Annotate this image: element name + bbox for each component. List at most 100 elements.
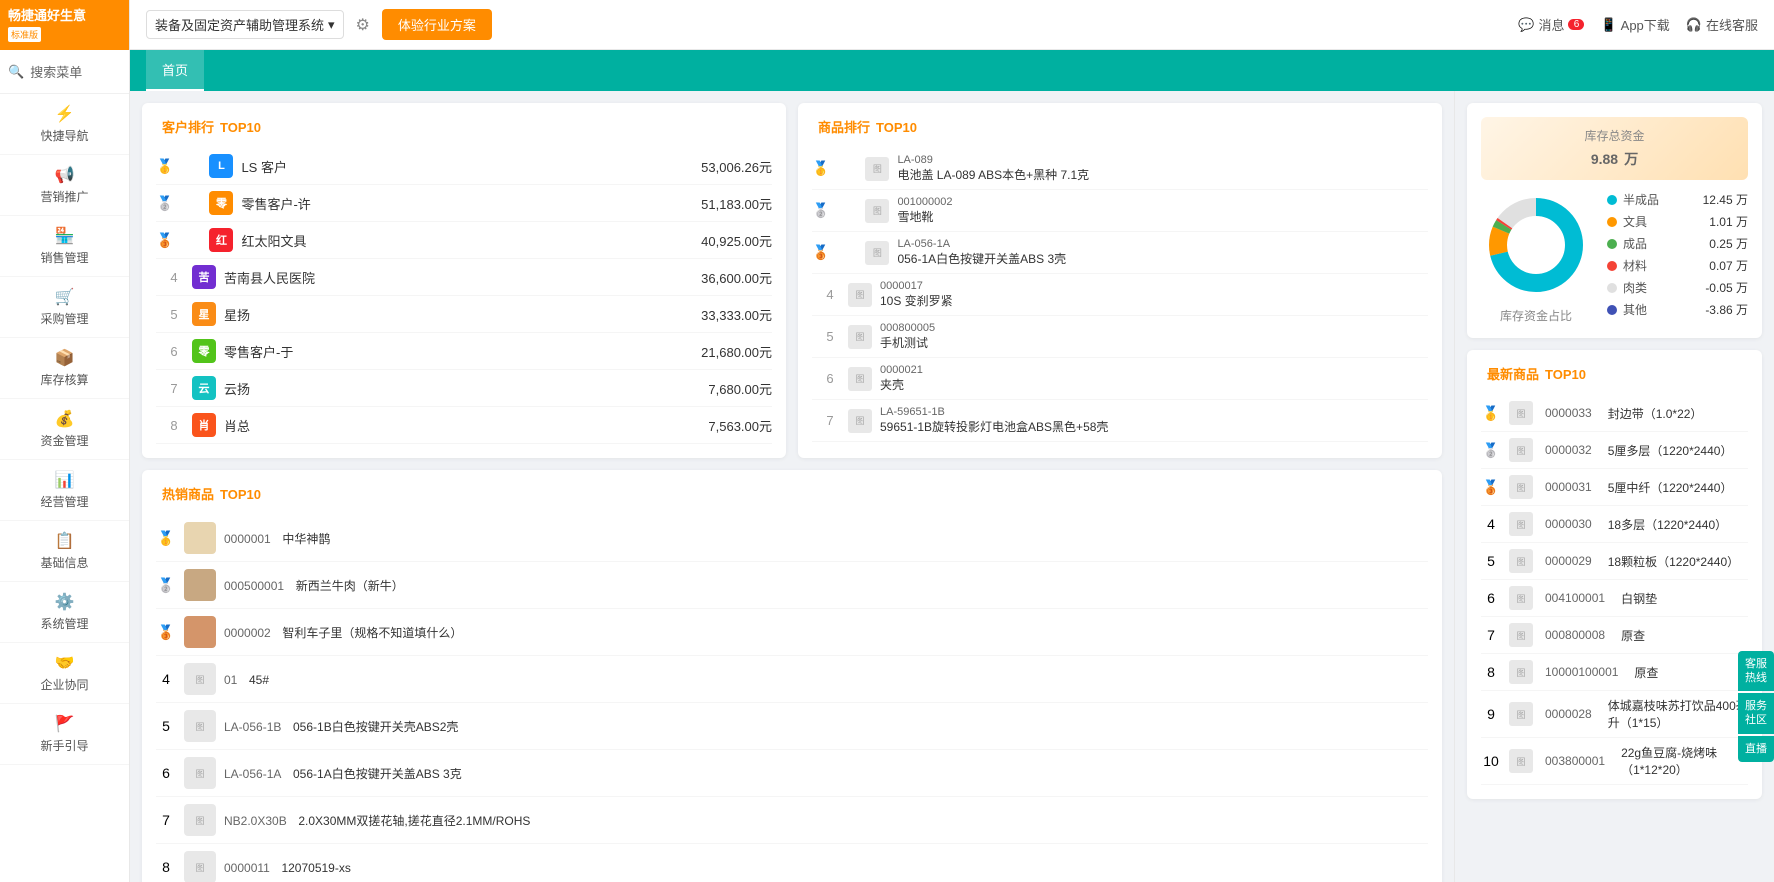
hot-product-code: 0000001 [224,532,271,546]
float-btn-2[interactable]: 直播 [1738,736,1774,762]
new-product-code: 0000031 [1545,480,1592,494]
hot-product-info: 0000001 中华神鹊 [224,530,1428,547]
new-product-code: 0000029 [1545,554,1592,568]
product-rank-name: 056-1A白色按键开关盖ABS 3壳 [897,250,1428,267]
new-product-name: 白钢垫 [1621,590,1748,607]
sidebar: 畅捷通好生意 标准版 🔍 搜索菜单 ⚡快捷导航📢营销推广🏪销售管理🛒采购管理📦库… [0,0,130,882]
float-btn-1[interactable]: 服务 社区 [1738,693,1774,734]
sidebar-item-sales[interactable]: 🏪销售管理 [0,216,129,277]
hot-product-info: 0000011 12070519-xs [224,860,1428,875]
system-selector[interactable]: 装备及固定资产辅助管理系统 ▾ [146,10,344,39]
legend-value: -3.86 万 [1705,301,1748,318]
rank-num: 4 [820,287,840,302]
new-product-code: 0000032 [1545,443,1592,457]
hot-product-row: 4 图 01 45# [156,656,1428,703]
product-rank-info: LA-089 电池盖 LA-089 ABS本色+黑种 7.1克 [897,154,1428,183]
customer-value: 7,563.00元 [708,416,772,435]
legend-item: 材料 0.07 万 [1607,257,1748,274]
sidebar-label-purchase: 采购管理 [40,310,88,327]
search-menu-button[interactable]: 🔍 搜索菜单 [8,58,121,85]
product-rank-row: 🥈 图 001000002 雪地靴 [812,190,1428,232]
product-rank-img: 图 [848,409,872,433]
new-product-name: 5厘多层（1220*2440） [1608,442,1748,459]
search-icon: 🔍 [8,64,24,80]
hot-product-row: 5 图 LA-056-1B 056-1B白色按键开关壳ABS2壳 [156,703,1428,750]
legend-value: -0.05 万 [1705,279,1748,296]
sidebar-icon-inventory: 📦 [55,348,75,368]
sidebar-icon-basic: 📋 [55,531,75,551]
legend-name: 肉类 [1623,279,1699,296]
product-rank-info: 0000021 夹壳 [880,364,1428,393]
new-product-name: 18颗粒板（1220*2440） [1608,553,1748,570]
message-action[interactable]: 💬 消息 6 [1518,15,1584,34]
online-service-action[interactable]: 🎧 在线客服 [1686,15,1758,34]
legend-name: 成品 [1623,235,1703,252]
sidebar-label-operations: 经营管理 [40,493,88,510]
sidebar-item-company[interactable]: 🤝企业协同 [0,643,129,704]
inventory-value-num: 9.88 [1591,151,1618,167]
rank-num: 7 [820,413,840,428]
sidebar-item-quick-nav[interactable]: ⚡快捷导航 [0,94,129,155]
sidebar-item-purchase[interactable]: 🛒采购管理 [0,277,129,338]
new-product-medal: 9 [1481,706,1501,722]
new-product-code: 0000030 [1545,517,1592,531]
headset-icon: 🎧 [1686,17,1702,33]
settings-icon[interactable]: ⚙ [356,15,370,35]
customer-rank-row: 🥈 零 零售客户-许 51,183.00元 [156,185,772,222]
sidebar-item-marketing[interactable]: 📢营销推广 [0,155,129,216]
product-rank-row: 🥇 图 LA-089 电池盖 LA-089 ABS本色+黑种 7.1克 [812,148,1428,190]
mobile-icon: 📱 [1600,17,1616,33]
sidebar-item-guide[interactable]: 🚩新手引导 [0,704,129,765]
experience-button[interactable]: 体验行业方案 [382,9,492,40]
sidebar-item-system[interactable]: ⚙️系统管理 [0,582,129,643]
rank-medal: 🥇 [156,158,173,175]
sidebar-item-finance[interactable]: 💰资金管理 [0,399,129,460]
float-panel: 客服 热线服务 社区直播 [1738,651,1774,762]
app-download-action[interactable]: 📱 App下载 [1600,15,1669,34]
inventory-total-value: 9.88 万 [1481,144,1748,170]
topbar: 装备及固定资产辅助管理系统 ▾ ⚙ 体验行业方案 💬 消息 6 📱 App下载 … [130,0,1774,50]
rank-medal: 🥉 [812,244,829,261]
new-product-row: 🥇 图 0000033 封边带（1.0*22） [1481,395,1748,432]
sidebar-item-operations[interactable]: 📊经营管理 [0,460,129,521]
hot-medal: 🥈 [156,577,176,594]
tab-home[interactable]: 首页 [146,50,204,91]
hot-product-img [184,522,216,554]
new-product-img: 图 [1509,401,1533,425]
donut-container: 库存资金占比 半成品 12.45 万 文具 1.01 万 成品 0.25 万 材… [1481,190,1748,324]
product-rank-info: LA-59651-1B 59651-1B旋转投影灯电池盒ABS黑色+58壳 [880,406,1428,435]
sidebar-search-area[interactable]: 🔍 搜索菜单 [0,50,129,94]
product-ranking-title: 商品排行TOP10 [812,117,1428,136]
customer-name: 红太阳文具 [241,231,693,250]
customer-name: 肖总 [224,416,700,435]
product-rank-name: 雪地靴 [897,208,1428,225]
customer-ranking-list: 🥇 L LS 客户 53,006.26元 🥈 零 零售客户-许 51,183.0… [156,148,772,444]
new-product-code: 003800001 [1545,754,1605,768]
new-product-name: 原查 [1634,664,1748,681]
sidebar-icon-guide: 🚩 [55,714,75,734]
product-rank-img: 图 [848,325,872,349]
hot-product-img [184,569,216,601]
hot-product-code: 01 [224,673,237,687]
new-product-medal: 7 [1481,627,1501,643]
rank-medal: 🥇 [812,160,829,177]
legend-dot [1607,217,1617,227]
product-rank-img: 图 [848,283,872,307]
sidebar-item-basic[interactable]: 📋基础信息 [0,521,129,582]
new-products-list: 🥇 图 0000033 封边带（1.0*22） 🥈 图 0000032 5厘多层… [1481,395,1748,785]
new-product-medal: 🥈 [1481,442,1501,459]
sidebar-label-company: 企业协同 [40,676,88,693]
sidebar-label-quick-nav: 快捷导航 [40,127,88,144]
customer-avatar: 云 [192,376,216,400]
chevron-down-icon: ▾ [328,17,335,33]
float-btn-0[interactable]: 客服 热线 [1738,651,1774,692]
sidebar-item-inventory[interactable]: 📦库存核算 [0,338,129,399]
customer-ranking-card: 客户排行TOP10 🥇 L LS 客户 53,006.26元 🥈 零 零售客户-… [142,103,786,458]
product-rank-info: 000800005 手机测试 [880,322,1428,351]
product-rank-name: 59651-1B旋转投影灯电池盒ABS黑色+58壳 [880,418,1428,435]
customer-name: 苦南县人民医院 [224,268,693,287]
sidebar-logo: 畅捷通好生意 标准版 [0,0,129,50]
new-product-name: 22g鱼豆腐-烧烤味（1*12*20） [1621,744,1748,778]
customer-avatar: 红 [209,228,233,252]
customer-name: 云扬 [224,379,700,398]
